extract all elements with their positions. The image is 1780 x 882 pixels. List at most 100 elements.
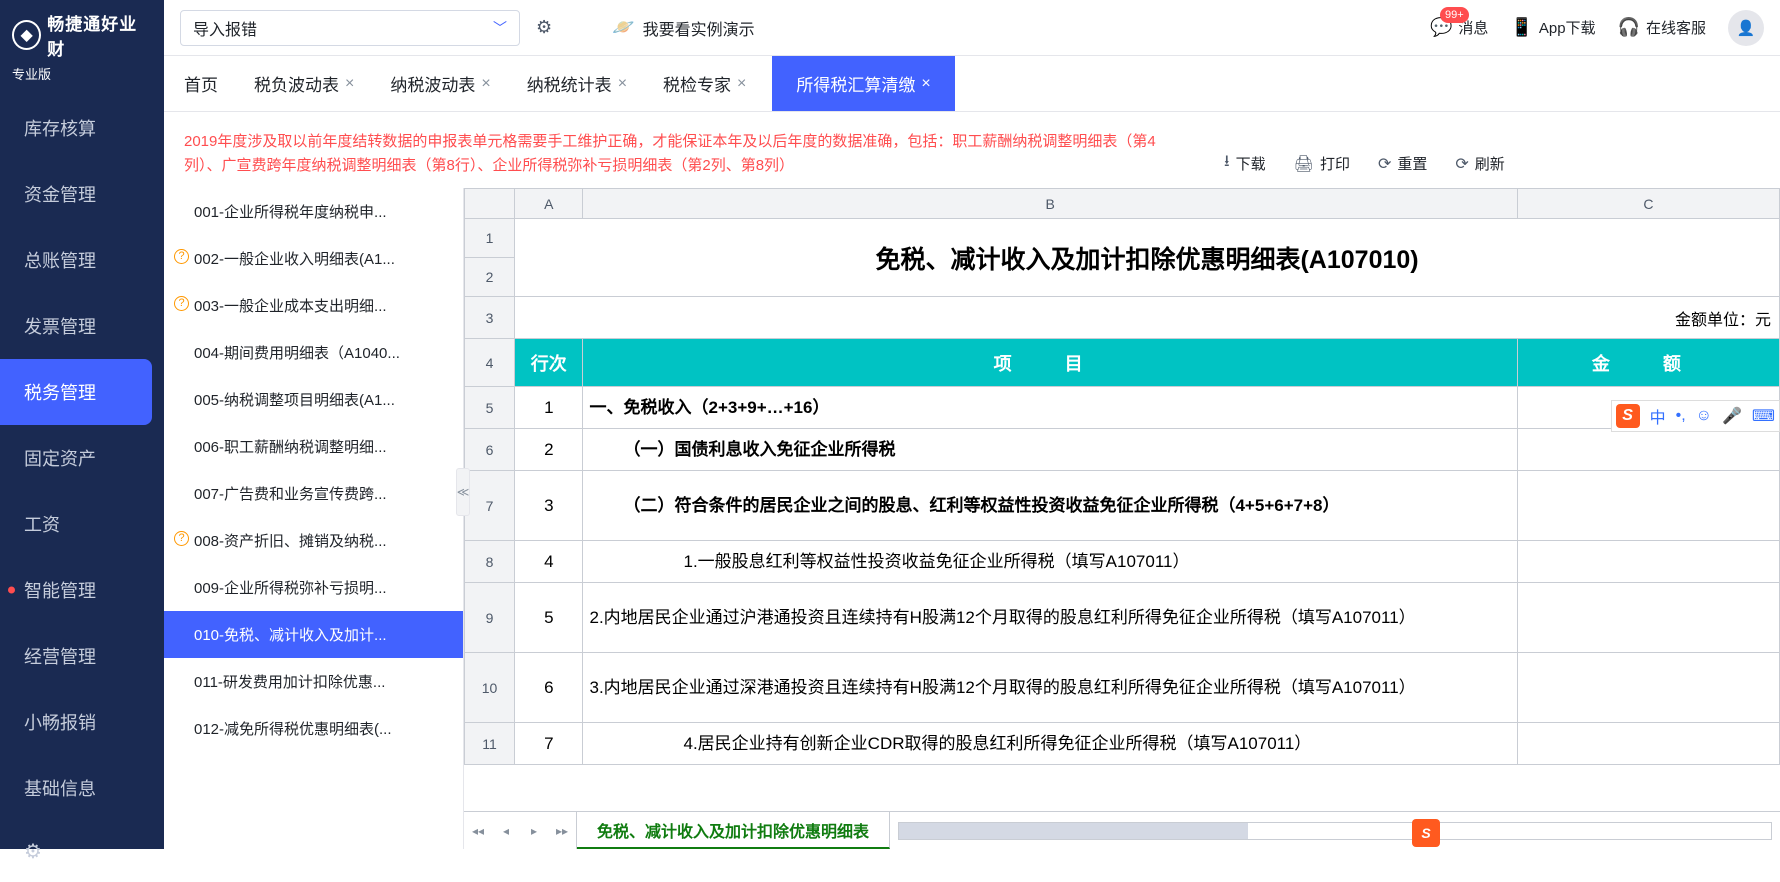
sheet-nav-prev[interactable]: ◂ <box>492 812 520 849</box>
cell-seq[interactable]: 4 <box>515 541 583 583</box>
cell-item[interactable]: 一、免税收入（2+3+9+…+16） <box>583 387 1517 429</box>
settings-button[interactable]: ⚙ <box>0 821 164 882</box>
sheet-title[interactable]: 免税、减计收入及加计扣除优惠明细表(A107010) <box>515 219 1780 297</box>
nav-item-8[interactable]: 经营管理 <box>0 623 164 689</box>
cell-item[interactable]: （一）国债利息收入免征企业所得税 <box>583 429 1517 471</box>
tab-3[interactable]: 纳税统计表× <box>527 56 627 111</box>
row-4-header[interactable]: 4 <box>465 339 515 387</box>
close-icon[interactable]: × <box>345 75 354 93</box>
cell-seq[interactable]: 5 <box>515 583 583 653</box>
avatar[interactable]: 👤 <box>1728 10 1764 46</box>
tab-1[interactable]: 税负波动表× <box>254 56 354 111</box>
nav-item-4[interactable]: 税务管理 <box>0 359 152 425</box>
row-5-header[interactable]: 5 <box>465 387 515 429</box>
row-10-header[interactable]: 10 <box>465 653 515 723</box>
form-item-011[interactable]: 011-研发费用加计扣除优惠... <box>164 658 463 705</box>
refresh-button[interactable]: ⟳刷新 <box>1455 150 1504 177</box>
cell-seq[interactable]: 1 <box>515 387 583 429</box>
form-item-010[interactable]: 010-免税、减计收入及加计... <box>164 611 463 658</box>
sheet-nav-first[interactable]: ◂◂ <box>464 812 492 849</box>
col-a-header[interactable]: A <box>515 189 583 219</box>
tab-5[interactable]: 所得税汇算清缴× <box>772 56 954 111</box>
customer-service-button[interactable]: 🎧 在线客服 <box>1618 17 1706 38</box>
form-list[interactable]: 001-企业所得税年度纳税申...?002-一般企业收入明细表(A1...?00… <box>164 188 464 849</box>
close-icon[interactable]: × <box>737 75 746 93</box>
ime-lang[interactable]: 中 <box>1650 404 1666 428</box>
form-item-009[interactable]: 009-企业所得税弥补亏损明... <box>164 564 463 611</box>
cell-amount[interactable] <box>1517 583 1779 653</box>
form-item-004[interactable]: 004-期间费用明细表（A1040... <box>164 329 463 376</box>
ime-keyboard-icon[interactable]: ⌨ <box>1752 406 1775 426</box>
download-button[interactable]: ⭳下载 <box>1224 150 1266 177</box>
header-seq[interactable]: 行次 <box>515 339 583 387</box>
cell-seq[interactable]: 7 <box>515 723 583 765</box>
cell-amount[interactable] <box>1517 471 1779 541</box>
sheet-tab-active[interactable]: 免税、减计收入及加计扣除优惠明细表 <box>577 812 890 849</box>
horizontal-scrollbar[interactable] <box>898 822 1772 840</box>
messages-button[interactable]: 💬 99+ 消息 <box>1430 17 1488 38</box>
header-item[interactable]: 项 目 <box>583 339 1517 387</box>
nav-item-0[interactable]: 库存核算 <box>0 95 164 161</box>
cell-item[interactable]: 1.一般股息红利等权益性投资收益免征企业所得税（填写A107011） <box>583 541 1517 583</box>
tray-icon[interactable]: S <box>1412 819 1440 847</box>
cell-amount[interactable] <box>1517 541 1779 583</box>
nav-item-7[interactable]: 智能管理 <box>0 557 164 623</box>
cell-amount[interactable] <box>1517 429 1779 471</box>
nav-item-5[interactable]: 固定资产 <box>0 425 164 491</box>
nav-item-6[interactable]: 工资 <box>0 491 164 557</box>
ime-punct-icon[interactable]: •, <box>1676 407 1686 425</box>
cell-seq[interactable]: 6 <box>515 653 583 723</box>
form-item-003[interactable]: ?003-一般企业成本支出明细... <box>164 282 463 329</box>
sheet-nav-next[interactable]: ▸ <box>520 812 548 849</box>
form-item-008[interactable]: ?008-资产折旧、摊销及纳税... <box>164 517 463 564</box>
scroll-thumb[interactable] <box>899 823 1248 839</box>
nav-item-1[interactable]: 资金管理 <box>0 161 164 227</box>
cell-item[interactable]: 3.内地居民企业通过深港通投资且连续持有H股满12个月取得的股息红利所得免征企业… <box>583 653 1517 723</box>
row-1-header[interactable]: 1 <box>465 219 515 258</box>
cell-amount[interactable] <box>1517 653 1779 723</box>
tab-2[interactable]: 纳税波动表× <box>390 56 490 111</box>
cell-seq[interactable]: 2 <box>515 429 583 471</box>
print-button[interactable]: 🖨打印 <box>1294 150 1350 177</box>
help-icon[interactable]: ? <box>174 531 189 546</box>
ime-mic-icon[interactable]: 🎤 <box>1722 406 1742 426</box>
close-icon[interactable]: × <box>921 75 930 93</box>
cell-item[interactable]: （二）符合条件的居民企业之间的股息、红利等权益性投资收益免征企业所得税（4+5+… <box>583 471 1517 541</box>
sheet-nav-last[interactable]: ▸▸ <box>548 812 576 849</box>
grid-area[interactable]: A B C 1 免税、减计收入及加计扣除优惠明细表(A107010) 2 3 金… <box>464 188 1780 811</box>
close-icon[interactable]: × <box>618 75 627 93</box>
col-c-header[interactable]: C <box>1517 189 1779 219</box>
form-item-007[interactable]: 007-广告费和业务宣传费跨... <box>164 470 463 517</box>
cell-item[interactable]: 2.内地居民企业通过沪港通投资且连续持有H股满12个月取得的股息红利所得免征企业… <box>583 583 1517 653</box>
form-item-002[interactable]: ?002-一般企业收入明细表(A1... <box>164 235 463 282</box>
form-item-001[interactable]: 001-企业所得税年度纳税申... <box>164 188 463 235</box>
reset-button[interactable]: ⟳重置 <box>1378 150 1427 177</box>
demo-link[interactable]: 🪐 我要看实例演示 <box>612 16 754 40</box>
tab-0[interactable]: 首页 <box>184 56 218 111</box>
header-amount[interactable]: 金 额 <box>1517 339 1779 387</box>
form-item-012[interactable]: 012-减免所得税优惠明细表(... <box>164 705 463 752</box>
close-icon[interactable]: × <box>481 75 490 93</box>
row-8-header[interactable]: 8 <box>465 541 515 583</box>
col-b-header[interactable]: B <box>583 189 1517 219</box>
form-item-006[interactable]: 006-职工薪酬纳税调整明细... <box>164 423 463 470</box>
nav-item-9[interactable]: 小畅报销 <box>0 689 164 755</box>
row-11-header[interactable]: 11 <box>465 723 515 765</box>
nav-item-10[interactable]: 基础信息 <box>0 755 164 821</box>
collapse-handle[interactable]: ≪ <box>456 468 470 516</box>
unit-cell[interactable]: 金额单位：元 <box>515 297 1780 339</box>
search-box[interactable]: 导入报错 ﹀ <box>180 10 520 46</box>
row-9-header[interactable]: 9 <box>465 583 515 653</box>
search-settings-icon[interactable]: ⚙ <box>536 17 552 38</box>
ime-face-icon[interactable]: ☺ <box>1696 407 1712 425</box>
row-7-header[interactable]: 7 <box>465 471 515 541</box>
nav-item-2[interactable]: 总账管理 <box>0 227 164 293</box>
tab-4[interactable]: 税检专家× <box>663 56 746 111</box>
row-2-header[interactable]: 2 <box>465 258 515 297</box>
app-download-button[interactable]: 📱 App下载 <box>1510 17 1595 38</box>
nav-item-3[interactable]: 发票管理 <box>0 293 164 359</box>
help-icon[interactable]: ? <box>174 296 189 311</box>
cell-amount[interactable] <box>1517 723 1779 765</box>
cell-item[interactable]: 4.居民企业持有创新企业CDR取得的股息红利所得免征企业所得税（填写A10701… <box>583 723 1517 765</box>
row-6-header[interactable]: 6 <box>465 429 515 471</box>
